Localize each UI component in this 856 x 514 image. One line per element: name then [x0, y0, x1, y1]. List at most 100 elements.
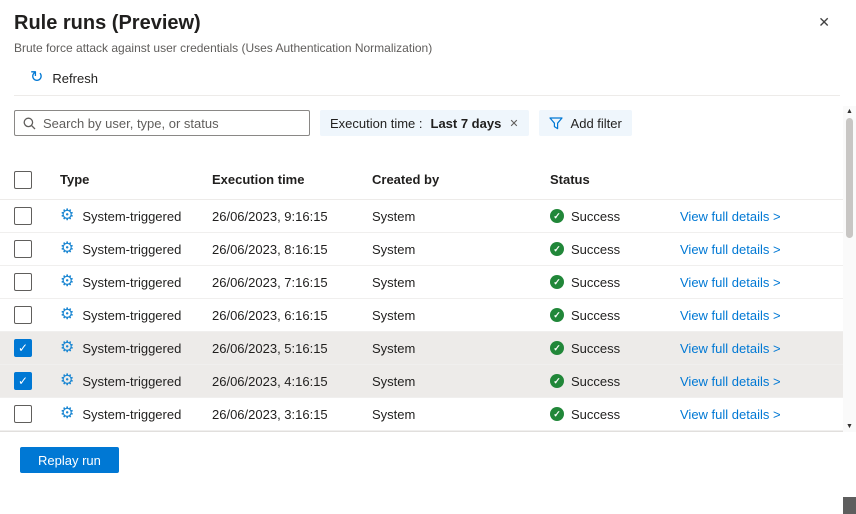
- execution-time-filter-pill[interactable]: Execution time : Last 7 days ✕: [320, 110, 529, 136]
- row-status-label: Success: [571, 308, 620, 323]
- table-row[interactable]: ✓ ⚙ System-triggered 26/06/2023, 8:16:15…: [0, 233, 856, 266]
- search-icon: [23, 117, 36, 130]
- scroll-down-icon[interactable]: ▼: [846, 423, 853, 430]
- row-status-label: Success: [571, 242, 620, 257]
- refresh-button[interactable]: ↻ Refresh: [30, 70, 98, 86]
- row-checkbox[interactable]: ✓: [14, 273, 32, 291]
- success-icon: ✓: [550, 407, 564, 421]
- view-full-details-link[interactable]: View full details >: [680, 242, 781, 257]
- select-all-checkbox[interactable]: ✓: [14, 171, 32, 189]
- filter-bar: Execution time : Last 7 days ✕ Add filte…: [14, 110, 840, 136]
- checkmark-icon: ✓: [553, 311, 561, 320]
- toolbar-divider: [14, 95, 840, 96]
- row-type-label: System-triggered: [82, 275, 181, 290]
- checkmark-icon: ✓: [18, 375, 28, 387]
- checkmark-icon: ✓: [553, 245, 561, 254]
- page-title: Rule runs (Preview): [14, 12, 816, 35]
- gear-icon: ⚙: [60, 307, 74, 323]
- funnel-icon: [549, 117, 563, 130]
- close-icon[interactable]: ✕: [818, 14, 830, 31]
- gear-icon: ⚙: [60, 274, 74, 290]
- table-row[interactable]: ✓ ⚙ System-triggered 26/06/2023, 4:16:15…: [0, 365, 856, 398]
- view-full-details-link[interactable]: View full details >: [680, 407, 781, 422]
- success-icon: ✓: [550, 374, 564, 388]
- row-execution-time: 26/06/2023, 7:16:15: [212, 275, 372, 290]
- row-checkbox[interactable]: ✓: [14, 372, 32, 390]
- success-icon: ✓: [550, 341, 564, 355]
- row-execution-time: 26/06/2023, 5:16:15: [212, 341, 372, 356]
- row-checkbox[interactable]: ✓: [14, 207, 32, 225]
- replay-run-button[interactable]: Replay run: [20, 447, 119, 473]
- gear-icon: ⚙: [60, 406, 74, 422]
- view-full-details-link[interactable]: View full details >: [680, 308, 781, 323]
- row-status-label: Success: [571, 341, 620, 356]
- row-execution-time: 26/06/2023, 3:16:15: [212, 407, 372, 422]
- page-scrollbar-thumb[interactable]: [843, 497, 856, 514]
- view-full-details-link[interactable]: View full details >: [680, 374, 781, 389]
- row-created-by: System: [372, 374, 550, 389]
- panel-footer: Replay run: [0, 431, 856, 488]
- table-row[interactable]: ✓ ⚙ System-triggered 26/06/2023, 5:16:15…: [0, 332, 856, 365]
- row-checkbox[interactable]: ✓: [14, 339, 32, 357]
- gear-icon: ⚙: [60, 373, 74, 389]
- row-created-by: System: [372, 275, 550, 290]
- column-header-type: Type: [60, 172, 212, 187]
- table-row[interactable]: ✓ ⚙ System-triggered 26/06/2023, 3:16:15…: [0, 398, 856, 431]
- table-header-row: ✓ Type Execution time Created by Status: [0, 160, 856, 200]
- success-icon: ✓: [550, 308, 564, 322]
- row-execution-time: 26/06/2023, 6:16:15: [212, 308, 372, 323]
- column-header-status: Status: [550, 172, 680, 187]
- vertical-scrollbar[interactable]: ▲ ▼: [843, 106, 856, 432]
- panel-header: Rule runs (Preview) Brute force attack a…: [0, 0, 856, 55]
- row-status-label: Success: [571, 407, 620, 422]
- scrollbar-thumb[interactable]: [846, 118, 853, 238]
- checkmark-icon: ✓: [553, 212, 561, 221]
- filter-pill-label: Execution time :: [330, 116, 423, 131]
- gear-icon: ⚙: [60, 340, 74, 356]
- row-checkbox[interactable]: ✓: [14, 405, 32, 423]
- view-full-details-link[interactable]: View full details >: [680, 275, 781, 290]
- row-created-by: System: [372, 341, 550, 356]
- table-row[interactable]: ✓ ⚙ System-triggered 26/06/2023, 7:16:15…: [0, 266, 856, 299]
- filter-pill-value: Last 7 days: [431, 116, 502, 131]
- add-filter-label: Add filter: [571, 116, 622, 131]
- row-type-label: System-triggered: [82, 407, 181, 422]
- gear-icon: ⚙: [60, 208, 74, 224]
- row-type-label: System-triggered: [82, 308, 181, 323]
- row-status-label: Success: [571, 275, 620, 290]
- success-icon: ✓: [550, 209, 564, 223]
- row-status-label: Success: [571, 209, 620, 224]
- table-row[interactable]: ✓ ⚙ System-triggered 26/06/2023, 6:16:15…: [0, 299, 856, 332]
- row-type-label: System-triggered: [82, 374, 181, 389]
- checkmark-icon: ✓: [553, 278, 561, 287]
- search-input[interactable]: [43, 116, 301, 131]
- add-filter-button[interactable]: Add filter: [539, 110, 632, 136]
- row-checkbox[interactable]: ✓: [14, 306, 32, 324]
- row-checkbox[interactable]: ✓: [14, 240, 32, 258]
- row-created-by: System: [372, 209, 550, 224]
- page-subtitle: Brute force attack against user credenti…: [14, 41, 816, 55]
- row-created-by: System: [372, 407, 550, 422]
- table-row[interactable]: ✓ ⚙ System-triggered 26/06/2023, 9:16:15…: [0, 200, 856, 233]
- scroll-up-icon[interactable]: ▲: [846, 108, 853, 115]
- row-type-label: System-triggered: [82, 341, 181, 356]
- column-header-execution-time: Execution time: [212, 172, 372, 187]
- search-box: [14, 110, 310, 136]
- remove-filter-icon[interactable]: ✕: [509, 117, 518, 130]
- row-created-by: System: [372, 308, 550, 323]
- refresh-label: Refresh: [52, 71, 98, 86]
- view-full-details-link[interactable]: View full details >: [680, 341, 781, 356]
- view-full-details-link[interactable]: View full details >: [680, 209, 781, 224]
- row-type-label: System-triggered: [82, 242, 181, 257]
- row-created-by: System: [372, 242, 550, 257]
- rule-runs-table: ✓ Type Execution time Created by Status …: [0, 160, 856, 431]
- checkmark-icon: ✓: [18, 342, 28, 354]
- success-icon: ✓: [550, 242, 564, 256]
- row-status-label: Success: [571, 374, 620, 389]
- rule-runs-panel: Rule runs (Preview) Brute force attack a…: [0, 0, 856, 514]
- checkmark-icon: ✓: [553, 377, 561, 386]
- checkmark-icon: ✓: [553, 344, 561, 353]
- checkmark-icon: ✓: [553, 410, 561, 419]
- column-header-created-by: Created by: [372, 172, 550, 187]
- row-execution-time: 26/06/2023, 4:16:15: [212, 374, 372, 389]
